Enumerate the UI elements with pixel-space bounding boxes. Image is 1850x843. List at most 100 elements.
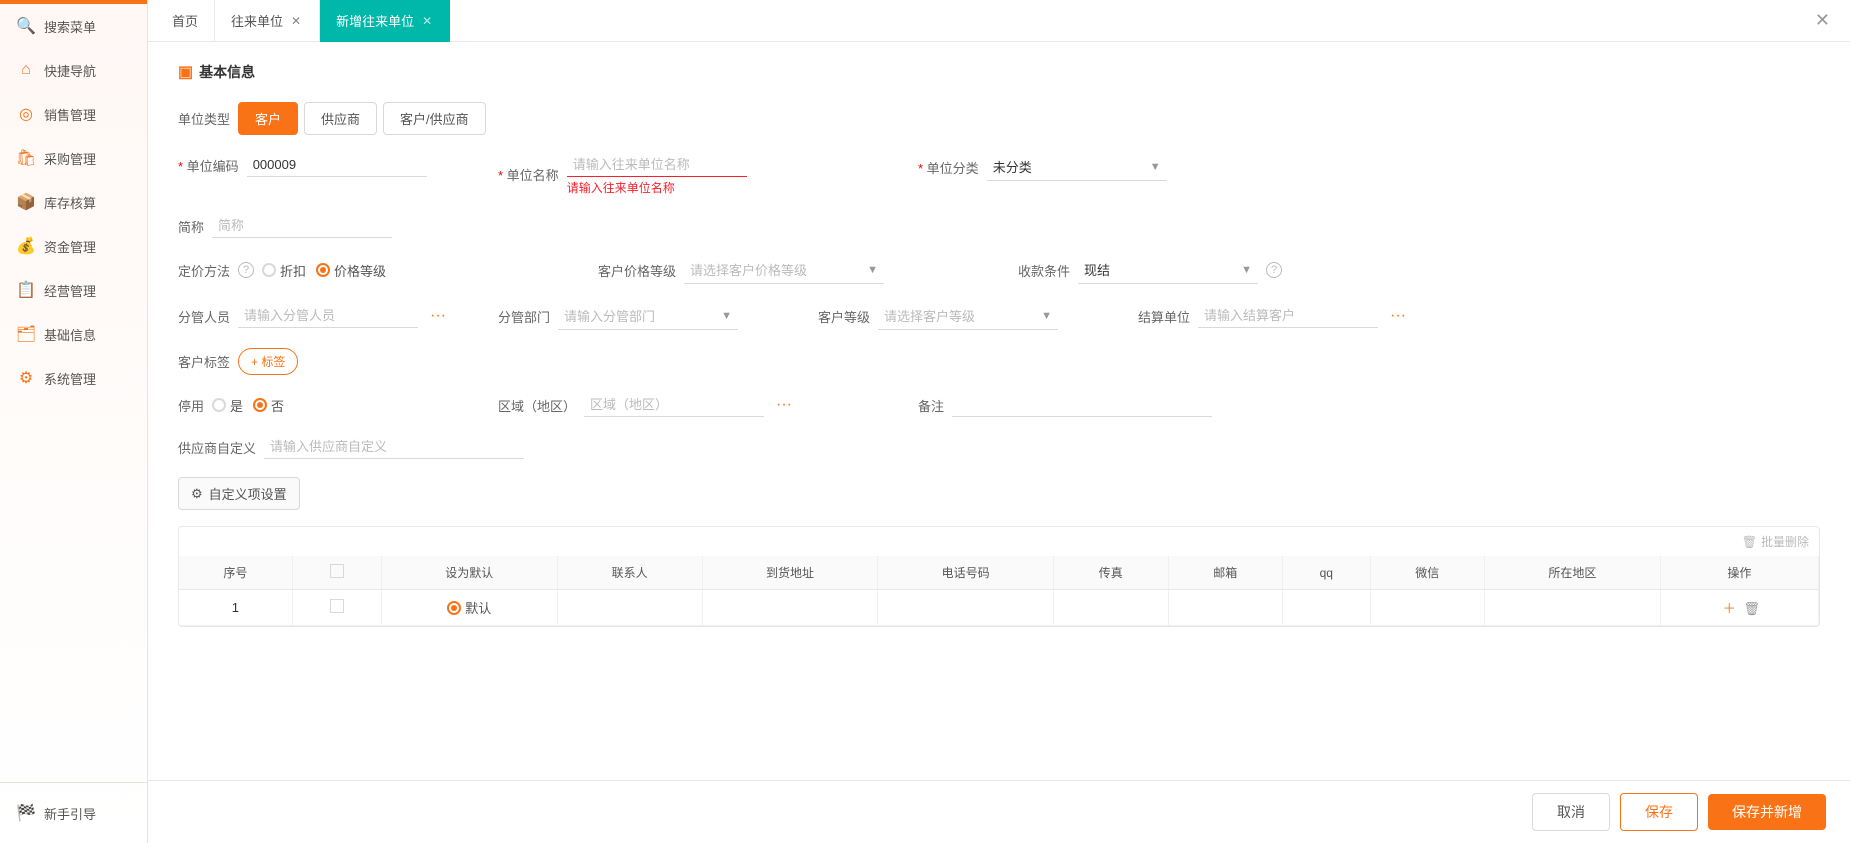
management-icon: 📋 [16, 280, 36, 300]
main-container: 首页 往来单位 ✕ 新增往来单位 ✕ ✕ ▣ 基本信息 单位类型 客户 供应商 … [148, 0, 1850, 843]
remark-label: 备注 [918, 396, 944, 415]
customer-level-select[interactable]: 请选择客户等级 ▼ [878, 302, 1058, 330]
col-region: 所在地区 [1485, 556, 1661, 590]
row-delete-btn[interactable]: 🗑 [1743, 601, 1760, 616]
chevron-down-icon3: ▼ [1241, 264, 1252, 276]
dept-label: 分管部门 [498, 307, 550, 326]
customer-price-select[interactable]: 请选择客户价格等级 ▼ [684, 256, 884, 284]
select-all-checkbox[interactable] [330, 564, 344, 578]
sidebar-item-label: 基础信息 [44, 325, 96, 344]
disabled-yes[interactable]: 是 [212, 396, 243, 415]
chevron-down-icon5: ▼ [1041, 310, 1052, 322]
tab-new-partner[interactable]: 新增往来单位 ✕ [320, 0, 450, 42]
row-default-radio[interactable]: 默认 [392, 598, 547, 617]
sidebar-item-inventory[interactable]: 📦 库存核算 [0, 180, 147, 224]
tab-partner[interactable]: 往来单位 ✕ [215, 0, 320, 42]
sidebar-item-label: 资金管理 [44, 237, 96, 256]
manager-input[interactable] [238, 304, 418, 328]
tab-home[interactable]: 首页 [156, 0, 215, 42]
disabled-no[interactable]: 否 [253, 396, 284, 415]
table-header: 🗑 批量删除 [179, 527, 1819, 556]
section-icon: ▣ [178, 62, 193, 82]
disabled-row: 停用 是 否 区域（地区） ··· 备注 [178, 393, 1820, 417]
sidebar-item-basic[interactable]: 🗂 基础信息 [0, 312, 147, 356]
sidebar-item-label: 搜索菜单 [44, 17, 96, 36]
sidebar-item-label: 系统管理 [44, 369, 96, 388]
pricing-help-icon[interactable]: ? [238, 262, 254, 278]
pricing-discount[interactable]: 折扣 [262, 261, 306, 280]
tab-new-partner-close[interactable]: ✕ [420, 14, 434, 28]
sidebar-bottom: 🏁 新手引导 [0, 782, 147, 843]
chevron-down-icon: ▼ [1150, 161, 1161, 173]
sidebar-item-label: 快捷导航 [44, 61, 96, 80]
sidebar-item-label: 经营管理 [44, 281, 96, 300]
pricing-level[interactable]: 价格等级 [316, 261, 386, 280]
unit-type-group: 单位类型 客户 供应商 客户/供应商 [178, 102, 486, 135]
unit-type-supplier-btn[interactable]: 供应商 [304, 102, 377, 135]
gear-icon: ⚙ [191, 486, 203, 502]
unit-type-buttons: 客户 供应商 客户/供应商 [238, 102, 486, 135]
level-radio-dot [316, 263, 330, 277]
code-input[interactable] [247, 153, 427, 177]
category-select[interactable]: 未分类 ▼ [987, 153, 1167, 181]
name-error-msg: 请输入往来单位名称 [567, 179, 747, 196]
tab-partner-close[interactable]: ✕ [289, 14, 303, 28]
dept-select[interactable]: 请输入分管部门 ▼ [558, 302, 738, 330]
row-address [702, 590, 878, 626]
sidebar-item-system[interactable]: ⚙ 系统管理 [0, 356, 147, 400]
settlement-more-btn[interactable]: ··· [1386, 307, 1410, 325]
col-wechat: 微信 [1370, 556, 1485, 590]
row-seq: 1 [179, 590, 292, 626]
payment-select[interactable]: 现结 ▼ [1078, 256, 1258, 284]
sidebar-item-finance[interactable]: 💰 资金管理 [0, 224, 147, 268]
supplier-custom-label: 供应商自定义 [178, 438, 256, 457]
row-phone [878, 590, 1054, 626]
manager-more-btn[interactable]: ··· [426, 307, 450, 325]
custom-settings-btn[interactable]: ⚙ 自定义项设置 [178, 477, 300, 510]
table-header-row: 序号 设为默认 联系人 到货地址 电话号码 传真 邮箱 qq 微信 所在地区 操… [179, 556, 1819, 590]
row-fax [1053, 590, 1168, 626]
customer-price-label: 客户价格等级 [598, 261, 676, 280]
name-input[interactable] [567, 153, 747, 177]
sidebar-item-sales[interactable]: ◎ 销售管理 [0, 92, 147, 136]
settlement-input[interactable] [1198, 304, 1378, 328]
sidebar-item-label: 库存核算 [44, 193, 96, 212]
row-action: ＋ 🗑 [1660, 590, 1818, 626]
sidebar-item-search[interactable]: 🔍 搜索菜单 [0, 4, 147, 48]
sidebar-item-shortcut[interactable]: ⌂ 快捷导航 [0, 48, 147, 92]
region-more-btn[interactable]: ··· [772, 396, 796, 414]
sidebar-item-purchase[interactable]: 🛍 采购管理 [0, 136, 147, 180]
sidebar-item-guide[interactable]: 🏁 新手引导 [0, 791, 147, 835]
name-label: 单位名称 [498, 165, 559, 184]
supplier-custom-input[interactable] [264, 435, 524, 459]
unit-type-label: 单位类型 [178, 109, 230, 128]
save-button[interactable]: 保存 [1620, 793, 1698, 831]
table-row: 1 默认 [179, 590, 1819, 626]
customer-level-group: 客户等级 请选择客户等级 ▼ [818, 302, 1098, 330]
sales-icon: ◎ [16, 104, 36, 124]
abbr-group: 简称 [178, 214, 458, 238]
tag-add-btn[interactable]: + 标签 [238, 348, 298, 375]
disabled-group: 停用 是 否 [178, 396, 458, 415]
cancel-button[interactable]: 取消 [1532, 793, 1610, 831]
abbr-input[interactable] [212, 214, 392, 238]
row-add-btn[interactable]: ＋ [1723, 601, 1736, 616]
unit-type-both-btn[interactable]: 客户/供应商 [383, 102, 486, 135]
sidebar-item-management[interactable]: 📋 经营管理 [0, 268, 147, 312]
guide-icon: 🏁 [16, 803, 36, 823]
default-radio-dot [447, 601, 461, 615]
system-icon: ⚙ [16, 368, 36, 388]
remark-input[interactable] [952, 393, 1212, 417]
payment-help-icon[interactable]: ? [1266, 262, 1282, 278]
code-group: 单位编码 [178, 153, 458, 177]
col-contact: 联系人 [557, 556, 702, 590]
remark-group: 备注 [918, 393, 1212, 417]
window-close-button[interactable]: ✕ [1803, 10, 1842, 31]
contacts-table: 序号 设为默认 联系人 到货地址 电话号码 传真 邮箱 qq 微信 所在地区 操… [179, 556, 1819, 626]
save-new-button[interactable]: 保存并新增 [1708, 794, 1826, 830]
unit-type-customer-btn[interactable]: 客户 [238, 102, 298, 135]
row-select-checkbox[interactable] [330, 599, 344, 613]
code-label: 单位编码 [178, 156, 239, 175]
contacts-table-container: 🗑 批量删除 序号 设为默认 联系人 到货地址 电话号码 传真 邮箱 qq [178, 526, 1820, 627]
region-input[interactable] [584, 393, 764, 417]
